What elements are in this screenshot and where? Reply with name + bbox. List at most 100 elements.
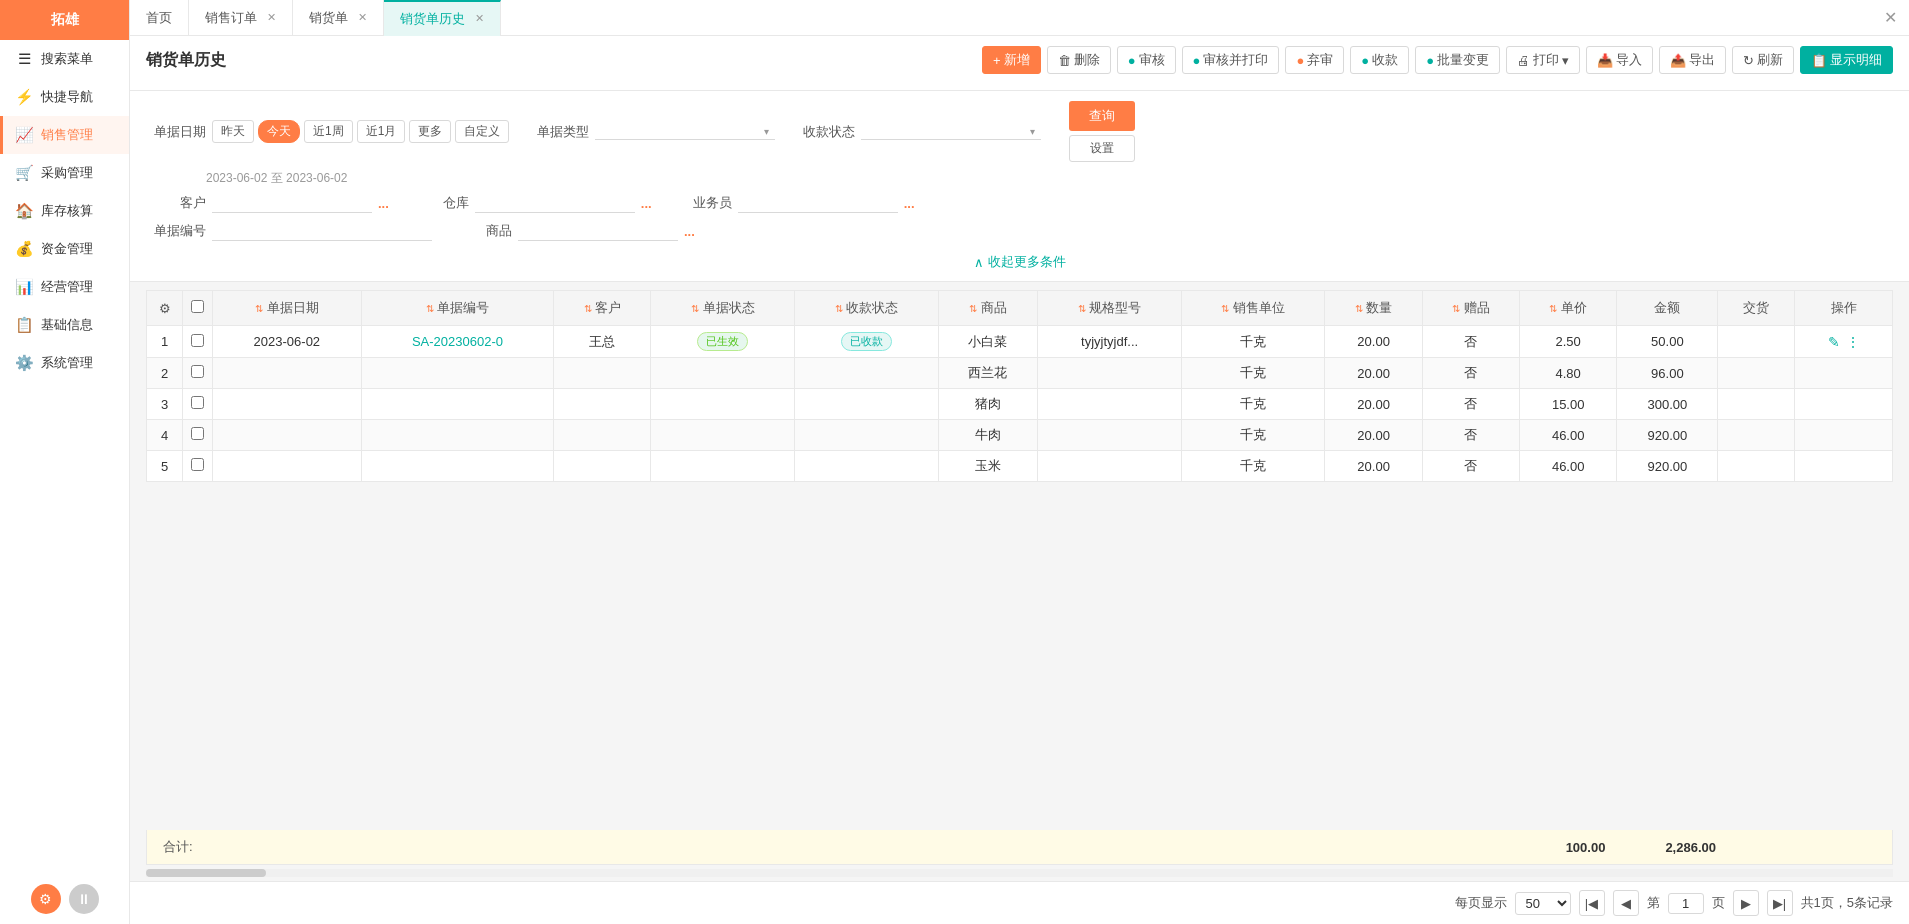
tab-sales-goods-close[interactable]: ✕ (358, 11, 367, 24)
date-btn-last7[interactable]: 近1周 (304, 120, 353, 143)
row-doc-status: 已生效 (651, 326, 795, 358)
filter-setting-button[interactable]: 设置 (1069, 135, 1135, 162)
scroll-thumb[interactable] (146, 869, 266, 877)
staff-input[interactable] (738, 193, 898, 213)
sidebar-btn-2[interactable]: ⏸ (69, 884, 99, 914)
sidebar-item-quicknav[interactable]: ⚡ 快捷导航 (0, 78, 129, 116)
tab-sales-goods[interactable]: 销货单 ✕ (293, 0, 384, 36)
sidebar-item-sales[interactable]: 📈 销售管理 (0, 116, 129, 154)
collect-button[interactable]: ● 收款 (1350, 46, 1409, 74)
edit-op-btn[interactable]: ✎ (1828, 334, 1840, 350)
col-unit-price[interactable]: ⇅ 单价 (1520, 291, 1617, 326)
col-spec[interactable]: ⇅ 规格型号 (1038, 291, 1182, 326)
toolbar: + 新增 🗑 删除 ● 审核 ● 审核并打印 (982, 46, 1893, 74)
show-detail-button[interactable]: 📋 显示明细 (1800, 46, 1893, 74)
doc-no-input[interactable] (212, 221, 432, 241)
batch-change-button[interactable]: ● 批量变更 (1415, 46, 1500, 74)
customer-input[interactable] (212, 193, 372, 213)
sidebar-item-search[interactable]: ☰ 搜索菜单 (0, 40, 129, 78)
customer-dots[interactable]: ... (378, 196, 389, 211)
row-checkbox-cell[interactable] (183, 326, 213, 358)
col-payment-status[interactable]: ⇅ 收款状态 (795, 291, 939, 326)
page-next-btn[interactable]: ▶ (1733, 890, 1759, 916)
review-print-button[interactable]: ● 审核并打印 (1182, 46, 1280, 74)
doc-status-badge: 已生效 (697, 332, 748, 351)
row-no-cell: 2 (147, 358, 183, 389)
sidebar-item-purchase[interactable]: 🛒 采购管理 (0, 154, 129, 192)
tab-sales-history[interactable]: 销货单历史 ✕ (384, 0, 501, 36)
date-btn-custom[interactable]: 自定义 (455, 120, 509, 143)
query-button[interactable]: 查询 (1069, 101, 1135, 131)
col-customer[interactable]: ⇅ 客户 (554, 291, 651, 326)
delete-button[interactable]: 🗑 删除 (1047, 46, 1111, 74)
row-operation (1795, 420, 1893, 451)
page-last-btn[interactable]: ▶| (1767, 890, 1793, 916)
row-checkbox-cell[interactable] (183, 389, 213, 420)
tab-sales-order-close[interactable]: ✕ (267, 11, 276, 24)
col-settings[interactable]: ⚙ (147, 291, 183, 326)
row-checkbox-cell[interactable] (183, 451, 213, 482)
row-checkbox[interactable] (191, 334, 204, 347)
import-button[interactable]: 📥 导入 (1586, 46, 1653, 74)
date-btn-more[interactable]: 更多 (409, 120, 451, 143)
col-gift[interactable]: ⇅ 赠品 (1422, 291, 1519, 326)
goods-input[interactable] (518, 221, 678, 241)
staff-dots[interactable]: ... (904, 196, 915, 211)
col-sales-unit[interactable]: ⇅ 销售单位 (1181, 291, 1325, 326)
sidebar-btn-1[interactable]: ⚙ (31, 884, 61, 914)
batch-change-icon: ● (1426, 53, 1434, 68)
print-button[interactable]: 🖨 打印 ▾ (1506, 46, 1580, 74)
page-prev-btn[interactable]: ◀ (1613, 890, 1639, 916)
row-checkbox[interactable] (191, 458, 204, 471)
export-button[interactable]: 📤 导出 (1659, 46, 1726, 74)
tabs-close-all[interactable]: ✕ (1872, 8, 1909, 27)
sidebar-item-inventory[interactable]: 🏠 库存核算 (0, 192, 129, 230)
more-op-btn[interactable]: ⋮ (1846, 334, 1860, 350)
row-unit-price: 4.80 (1520, 358, 1617, 389)
row-checkbox[interactable] (191, 396, 204, 409)
row-checkbox[interactable] (191, 427, 204, 440)
page-first-btn[interactable]: |◀ (1579, 890, 1605, 916)
date-btn-yesterday[interactable]: 昨天 (212, 120, 254, 143)
row-checkbox-cell[interactable] (183, 420, 213, 451)
add-button[interactable]: + 新增 (982, 46, 1041, 74)
col-doc-no[interactable]: ⇅ 单据编号 (361, 291, 553, 326)
col-checkbox[interactable] (183, 291, 213, 326)
col-qty[interactable]: ⇅ 数量 (1325, 291, 1422, 326)
refresh-button[interactable]: ↻ 刷新 (1732, 46, 1794, 74)
select-all-checkbox[interactable] (191, 300, 204, 313)
warehouse-input[interactable] (475, 193, 635, 213)
tab-home[interactable]: 首页 (130, 0, 189, 36)
staff-label: 业务员 (672, 194, 732, 212)
sidebar-item-finance[interactable]: 💰 资金管理 (0, 230, 129, 268)
col-doc-status[interactable]: ⇅ 单据状态 (651, 291, 795, 326)
row-goods: 小白菜 (938, 326, 1038, 358)
table-row: 3 猪肉 千克 20.00 否 15.00 300.00 (147, 389, 1893, 420)
tab-sales-order[interactable]: 销售订单 ✕ (189, 0, 293, 36)
col-doc-date[interactable]: ⇅ 单据日期 (213, 291, 362, 326)
row-doc-no (361, 451, 553, 482)
payment-status-select[interactable]: ▾ (861, 124, 1041, 140)
per-page-select[interactable]: 50 100 200 (1515, 892, 1571, 915)
date-btn-today[interactable]: 今天 (258, 120, 300, 143)
abandon-button[interactable]: ● 弃审 (1285, 46, 1344, 74)
horizontal-scrollbar[interactable] (146, 869, 1893, 877)
row-checkbox-cell[interactable] (183, 358, 213, 389)
date-btn-last1month[interactable]: 近1月 (357, 120, 406, 143)
sidebar-item-operations[interactable]: 📊 经营管理 (0, 268, 129, 306)
filter-row-2: 客户 ... 仓库 ... 业务员 ... (146, 193, 1893, 213)
sidebar-item-basicinfo[interactable]: 📋 基础信息 (0, 306, 129, 344)
page-input[interactable] (1668, 893, 1704, 914)
row-no-cell: 1 (147, 326, 183, 358)
row-doc-status (651, 420, 795, 451)
col-goods[interactable]: ⇅ 商品 (938, 291, 1038, 326)
doc-type-select[interactable]: ▾ (595, 124, 775, 140)
tab-sales-history-close[interactable]: ✕ (475, 12, 484, 25)
sidebar-item-system[interactable]: ⚙️ 系统管理 (0, 344, 129, 382)
warehouse-dots[interactable]: ... (641, 196, 652, 211)
review-button[interactable]: ● 审核 (1117, 46, 1176, 74)
goods-dots[interactable]: ... (684, 224, 695, 239)
collapse-button[interactable]: ∧ 收起更多条件 (146, 249, 1893, 271)
row-payment-status (795, 389, 939, 420)
row-checkbox[interactable] (191, 365, 204, 378)
